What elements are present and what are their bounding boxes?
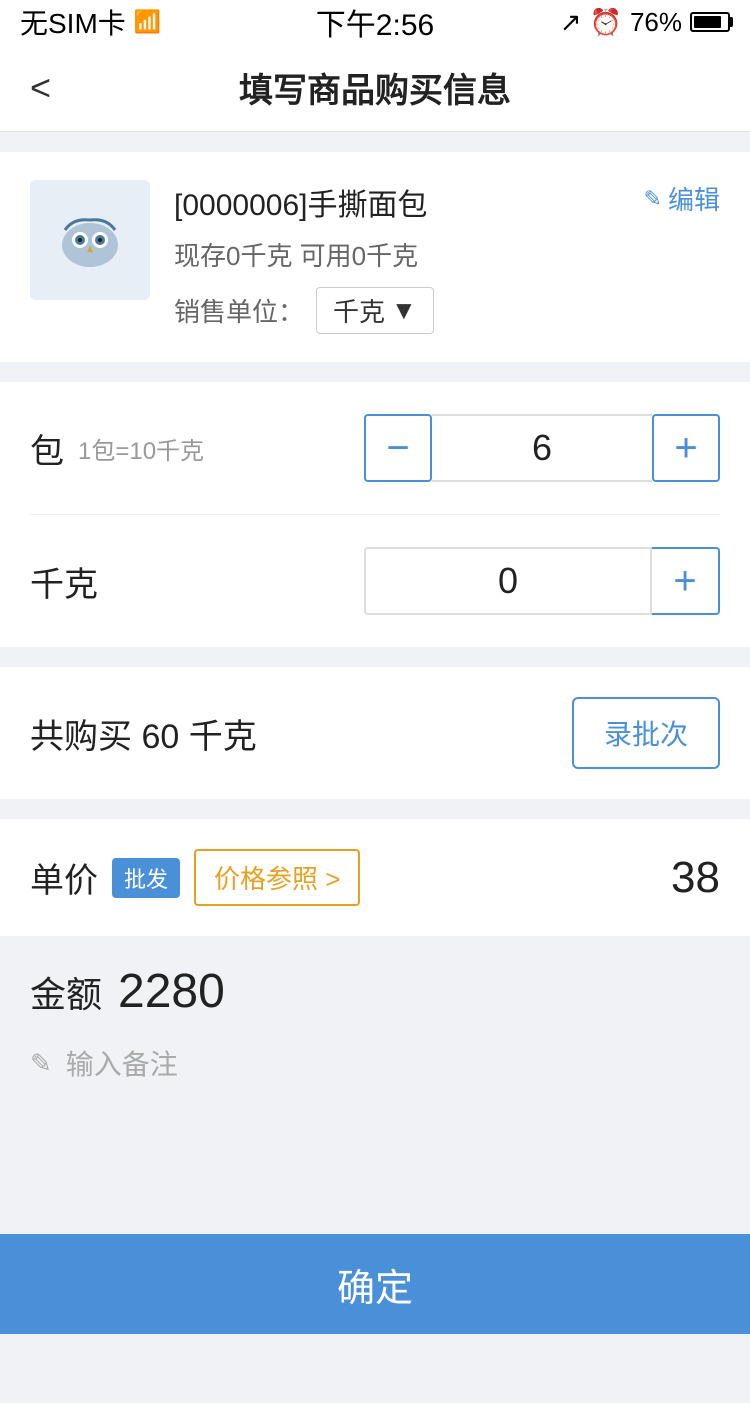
confirm-btn-container: 确定 (0, 1234, 750, 1334)
amount-value: 2280 (118, 964, 225, 1019)
page-title: 填写商品购买信息 (239, 63, 511, 112)
battery-percent: 76% (630, 7, 682, 38)
price-tag-wholesale: 批发 (112, 858, 180, 898)
alarm-icon: ⏰ (590, 7, 622, 38)
carrier-text: 无SIM卡 (20, 2, 126, 42)
qty-minus-bao[interactable]: − (364, 414, 432, 482)
product-thumbnail (30, 180, 150, 300)
remark-placeholder: 输入备注 (66, 1043, 178, 1083)
back-button[interactable]: < (20, 57, 61, 119)
remark-row[interactable]: ✎ 输入备注 (30, 1043, 720, 1083)
unit-value: 千克 (333, 292, 385, 329)
record-batch-button[interactable]: 录批次 (572, 697, 720, 769)
status-bar: 无SIM卡 📶 下午2:56 ↗ ⏰ 76% (0, 0, 750, 44)
qty-unit-bao: 包 (30, 424, 64, 473)
quantity-section: 包 1包=10千克 − + 千克 + (0, 382, 750, 647)
amount-section: 金额 2280 ✎ 输入备注 (0, 936, 750, 1103)
battery-bar (690, 12, 730, 32)
dropdown-icon: ▼ (391, 295, 417, 326)
battery-tip (730, 17, 733, 27)
location-icon: ↗ (560, 7, 582, 38)
summary-text: 共购买 60 千克 (30, 709, 257, 758)
unit-select[interactable]: 千克 ▼ (316, 287, 434, 334)
price-label-group: 单价 批发 价格参照 > (30, 849, 360, 906)
qty-hint-bao: 1包=10千克 (78, 431, 204, 466)
confirm-button[interactable]: 确定 (0, 1234, 750, 1334)
qty-input-bao[interactable] (432, 414, 652, 482)
qty-label-kg: 千克 (30, 557, 98, 606)
qty-plus-bao[interactable]: + (652, 414, 720, 482)
edit-button[interactable]: ✎ 编辑 (644, 180, 720, 217)
price-ref-button[interactable]: 价格参照 > (194, 849, 360, 906)
qty-unit-kg: 千克 (30, 557, 98, 606)
qty-input-kg[interactable] (364, 547, 652, 615)
qty-label-bao: 包 1包=10千克 (30, 424, 204, 473)
product-unit-row: 销售单位： 千克 ▼ (174, 287, 720, 334)
qty-control-kg: + (364, 547, 720, 615)
summary-row: 共购买 60 千克 录批次 (0, 667, 750, 799)
price-value: 38 (671, 853, 720, 903)
product-card: [0000006]手撕面包 现存0千克 可用0千克 销售单位： 千克 ▼ ✎ 编… (0, 152, 750, 362)
price-row: 单价 批发 价格参照 > 38 (30, 849, 720, 906)
price-label: 单价 (30, 853, 98, 902)
product-name: [0000006]手撕面包 (174, 180, 720, 224)
unit-label: 销售单位： (174, 292, 304, 329)
battery-fill (694, 16, 721, 28)
product-stock: 现存0千克 可用0千克 (174, 236, 720, 273)
pencil-icon: ✎ (30, 1048, 52, 1079)
product-info: [0000006]手撕面包 现存0千克 可用0千克 销售单位： 千克 ▼ (174, 180, 720, 334)
edit-icon: ✎ (644, 186, 662, 212)
quantity-row-kg: 千克 + (30, 515, 720, 647)
quantity-row-bao: 包 1包=10千克 − + (30, 382, 720, 515)
amount-row: 金额 2280 (30, 964, 720, 1019)
status-right: ↗ ⏰ 76% (560, 7, 730, 38)
product-image (55, 210, 125, 270)
qty-control-bao: − + (364, 414, 720, 482)
status-time: 下午2:56 (316, 0, 434, 44)
price-section: 单价 批发 价格参照 > 38 (0, 819, 750, 936)
nav-bar: < 填写商品购买信息 (0, 44, 750, 132)
wifi-icon: 📶 (134, 9, 161, 35)
status-left: 无SIM卡 📶 (20, 2, 161, 42)
edit-label: 编辑 (668, 180, 720, 217)
qty-plus-kg[interactable]: + (652, 547, 720, 615)
amount-label: 金额 (30, 966, 102, 1018)
